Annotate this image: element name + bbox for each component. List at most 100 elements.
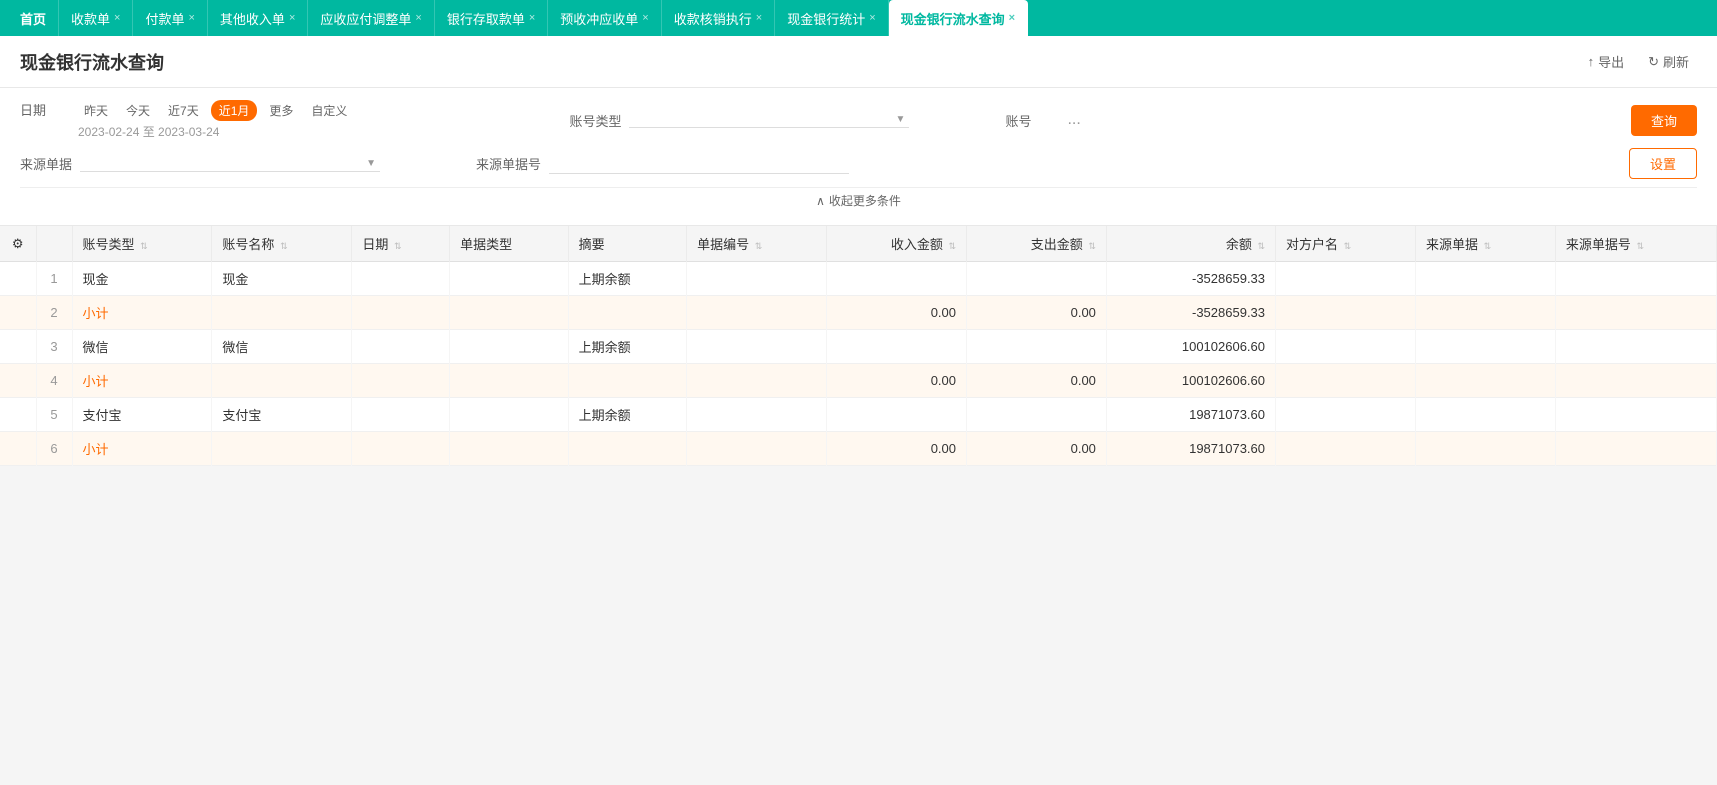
page-header: 现金银行流水查询 ↑ 导出 ↻ 刷新 [0,36,1717,88]
row-doc-no [687,296,827,330]
row-summary [568,296,687,330]
col-balance[interactable]: 余额 ⇅ [1106,226,1275,262]
row-income [827,398,967,432]
col-account-type[interactable]: 账号类型 ⇅ [72,226,212,262]
row-balance: 19871073.60 [1106,432,1275,466]
row-seq: 5 [36,398,72,432]
col-summary: 摘要 [568,226,687,262]
sort-icon-balance: ⇅ [1257,241,1265,251]
row-date [352,330,450,364]
row-seq: 6 [36,432,72,466]
close-icon-4[interactable]: × [415,12,421,24]
close-icon-6[interactable]: × [642,12,648,24]
close-icon-7[interactable]: × [756,12,762,24]
date-filter-group: 日期 昨天 今天 近7天 近1月 更多 自定义 2023-02-24 至 202… [20,100,353,140]
row-account-type: 支付宝 [72,398,212,432]
date-btn-1month[interactable]: 近1月 [211,100,258,121]
col-account-name[interactable]: 账号名称 ⇅ [212,226,352,262]
row-expense: 0.00 [967,296,1107,330]
date-btn-yesterday[interactable]: 昨天 [78,100,114,121]
settings-button[interactable]: 设置 [1629,148,1697,179]
nav-tab-label-8: 现金银行统计 [787,9,865,28]
settings-btn-container: 设置 [1629,148,1697,179]
nav-tab-label-3: 其他收入单 [220,9,285,28]
nav-tab-8[interactable]: 现金银行统计 × [775,0,888,36]
table-row: 6小计0.000.0019871073.60 [0,432,1717,466]
row-doc-no [687,330,827,364]
table-body: 1现金现金上期余额-3528659.332小计0.000.00-3528659.… [0,262,1717,466]
sort-icon-account-name: ⇅ [280,241,288,251]
close-icon-9[interactable]: × [1009,12,1015,24]
account-type-select[interactable]: ▼ [629,112,909,128]
close-icon-8[interactable]: × [869,12,875,24]
nav-home[interactable]: 首页 [8,0,59,36]
row-account-name: 支付宝 [212,398,352,432]
row-date [352,262,450,296]
col-doc-type[interactable]: 单据类型 [450,226,569,262]
date-btn-custom[interactable]: 自定义 [305,100,353,121]
row-account-name [212,364,352,398]
sort-icon-counterpart: ⇅ [1344,241,1352,251]
col-doc-no[interactable]: 单据编号 ⇅ [687,226,827,262]
row-source-doc-no [1555,296,1716,330]
col-gear[interactable]: ⚙ [0,226,36,262]
col-expense[interactable]: 支出金额 ⇅ [967,226,1107,262]
close-icon-3[interactable]: × [289,12,295,24]
export-button[interactable]: ↑ 导出 [1580,48,1633,75]
nav-tab-7[interactable]: 收款核销执行 × [662,0,775,36]
nav-tab-1[interactable]: 收款单 × [59,0,133,36]
filter-area: 日期 昨天 今天 近7天 近1月 更多 自定义 2023-02-24 至 202… [0,88,1717,226]
account-dots[interactable]: ... [1063,111,1084,129]
gear-icon[interactable]: ⚙ [12,236,24,251]
row-summary [568,432,687,466]
row-summary: 上期余额 [568,330,687,364]
row-account-type: 微信 [72,330,212,364]
data-table: ⚙ 账号类型 ⇅ 账号名称 ⇅ 日期 ⇅ 单据类型 [0,226,1717,466]
table-header-row: ⚙ 账号类型 ⇅ 账号名称 ⇅ 日期 ⇅ 单据类型 [0,226,1717,262]
close-icon-5[interactable]: × [529,12,535,24]
close-icon-2[interactable]: × [188,12,194,24]
col-source-doc[interactable]: 来源单据 ⇅ [1415,226,1555,262]
col-source-doc-no-label: 来源单据号 [1566,237,1631,252]
sort-icon-doc-no: ⇅ [755,241,763,251]
row-doc-type [450,398,569,432]
query-button[interactable]: 查询 [1631,105,1697,136]
nav-tab-5[interactable]: 银行存取款单 × [435,0,548,36]
row-counterpart [1276,432,1416,466]
row-account-name [212,432,352,466]
row-summary: 上期余额 [568,398,687,432]
source-doc-group: 来源单据 ▼ [20,154,380,173]
row-date [352,364,450,398]
date-btn-7days[interactable]: 近7天 [162,100,205,121]
source-doc-no-input[interactable] [549,154,849,174]
source-doc-select[interactable]: ▼ [80,156,380,172]
row-account-name: 现金 [212,262,352,296]
close-icon-1[interactable]: × [114,12,120,24]
col-source-doc-no[interactable]: 来源单据号 ⇅ [1555,226,1716,262]
col-doc-type-label: 单据类型 [460,237,512,252]
date-btn-today[interactable]: 今天 [120,100,156,121]
row-counterpart [1276,364,1416,398]
nav-tab-2[interactable]: 付款单 × [133,0,207,36]
nav-tab-6[interactable]: 预收冲应收单 × [548,0,661,36]
date-btn-more[interactable]: 更多 [263,100,299,121]
nav-tab-9[interactable]: 现金银行流水查询 × [889,0,1028,36]
col-income[interactable]: 收入金额 ⇅ [827,226,967,262]
row-doc-no [687,262,827,296]
collapse-conditions-button[interactable]: ∧ 收起更多条件 [20,187,1697,213]
col-date[interactable]: 日期 ⇅ [352,226,450,262]
row-doc-type [450,262,569,296]
nav-tab-4[interactable]: 应收应付调整单 × [308,0,434,36]
row-balance: 100102606.60 [1106,330,1275,364]
row-seq: 4 [36,364,72,398]
row-account-name: 微信 [212,330,352,364]
row-gear [0,398,36,432]
row-source-doc-no [1555,364,1716,398]
col-counterpart[interactable]: 对方户名 ⇅ [1276,226,1416,262]
nav-tab-3[interactable]: 其他收入单 × [208,0,308,36]
header-actions: ↑ 导出 ↻ 刷新 [1580,48,1697,75]
row-seq: 1 [36,262,72,296]
refresh-button[interactable]: ↻ 刷新 [1640,48,1697,75]
nav-tab-label-2: 付款单 [145,9,184,28]
page-title: 现金银行流水查询 [20,49,164,75]
